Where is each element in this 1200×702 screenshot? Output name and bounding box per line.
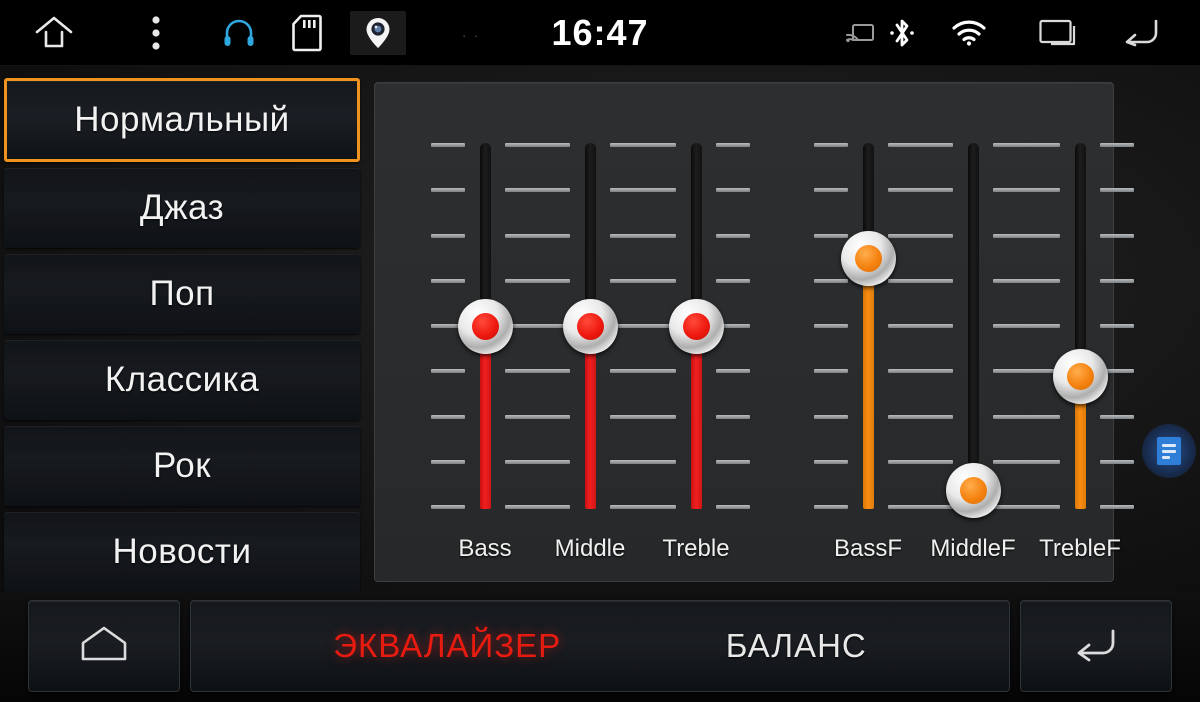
slider-treble[interactable]: Treble bbox=[641, 143, 751, 563]
preset-item-news[interactable]: Новости bbox=[4, 512, 360, 592]
preset-item-pop[interactable]: Поп bbox=[4, 254, 360, 334]
slider-knob[interactable] bbox=[669, 299, 724, 354]
slider-bassf[interactable]: BassF bbox=[813, 143, 923, 563]
preset-item-jazz[interactable]: Джаз bbox=[4, 168, 360, 248]
status-clock: 16:47 bbox=[551, 12, 649, 53]
slider-knob[interactable] bbox=[841, 231, 896, 287]
document-glyph bbox=[1157, 437, 1181, 465]
preset-item-classic[interactable]: Классика bbox=[4, 340, 360, 420]
preset-list: Нормальный Джаз Поп Классика Рок Новости bbox=[4, 78, 360, 592]
slider-middlef[interactable]: MiddleF bbox=[918, 143, 1028, 563]
back-icon bbox=[1067, 623, 1125, 670]
home-button[interactable] bbox=[28, 600, 180, 692]
slider-treblef[interactable]: TrebleF bbox=[1025, 143, 1135, 563]
slider-bass[interactable]: Bass bbox=[430, 143, 540, 563]
slider-knob[interactable] bbox=[946, 462, 1001, 518]
slider-fill bbox=[863, 258, 874, 509]
back-icon[interactable] bbox=[1110, 0, 1170, 66]
preset-label: Новости bbox=[112, 532, 252, 571]
slider-knob[interactable] bbox=[1053, 348, 1108, 404]
slider-rail bbox=[968, 143, 979, 509]
status-bar: · · 16:47 bbox=[0, 0, 1200, 66]
recent-apps-icon[interactable] bbox=[1030, 0, 1090, 66]
preset-label: Нормальный bbox=[74, 100, 290, 139]
slider-label: TrebleF bbox=[1039, 535, 1121, 562]
cast-icon[interactable] bbox=[838, 0, 882, 66]
slider-knob[interactable] bbox=[458, 299, 513, 354]
tab-equalizer[interactable]: ЭКВАЛАЙЗЕР bbox=[333, 627, 561, 665]
wifi-icon[interactable] bbox=[944, 0, 994, 66]
slider-knob[interactable] bbox=[563, 299, 618, 354]
bottom-bar: ЭКВАЛАЙЗЕР БАЛАНС bbox=[0, 592, 1200, 702]
slider-label: Treble bbox=[662, 535, 730, 562]
slider-middle[interactable]: Middle bbox=[535, 143, 645, 563]
preset-item-rock[interactable]: Рок bbox=[4, 426, 360, 506]
head-unit-screen: · · 16:47 Нормальный Джаз Поп Классика Р… bbox=[0, 0, 1200, 702]
notes-document-icon[interactable] bbox=[1142, 424, 1196, 478]
home-icon bbox=[75, 623, 133, 670]
back-button[interactable] bbox=[1020, 600, 1172, 692]
preset-label: Классика bbox=[104, 360, 260, 399]
mode-tabs: ЭКВАЛАЙЗЕР БАЛАНС bbox=[190, 600, 1010, 692]
preset-label: Джаз bbox=[139, 188, 225, 227]
bluetooth-icon[interactable] bbox=[880, 0, 924, 66]
preset-label: Рок bbox=[152, 446, 212, 485]
equalizer-panel: Bass Middle Treble BassF MiddleF TrebleF bbox=[374, 82, 1134, 582]
preset-label: Поп bbox=[149, 274, 215, 313]
tab-balance[interactable]: БАЛАНС bbox=[726, 627, 867, 665]
preset-item-normal[interactable]: Нормальный bbox=[4, 78, 360, 162]
